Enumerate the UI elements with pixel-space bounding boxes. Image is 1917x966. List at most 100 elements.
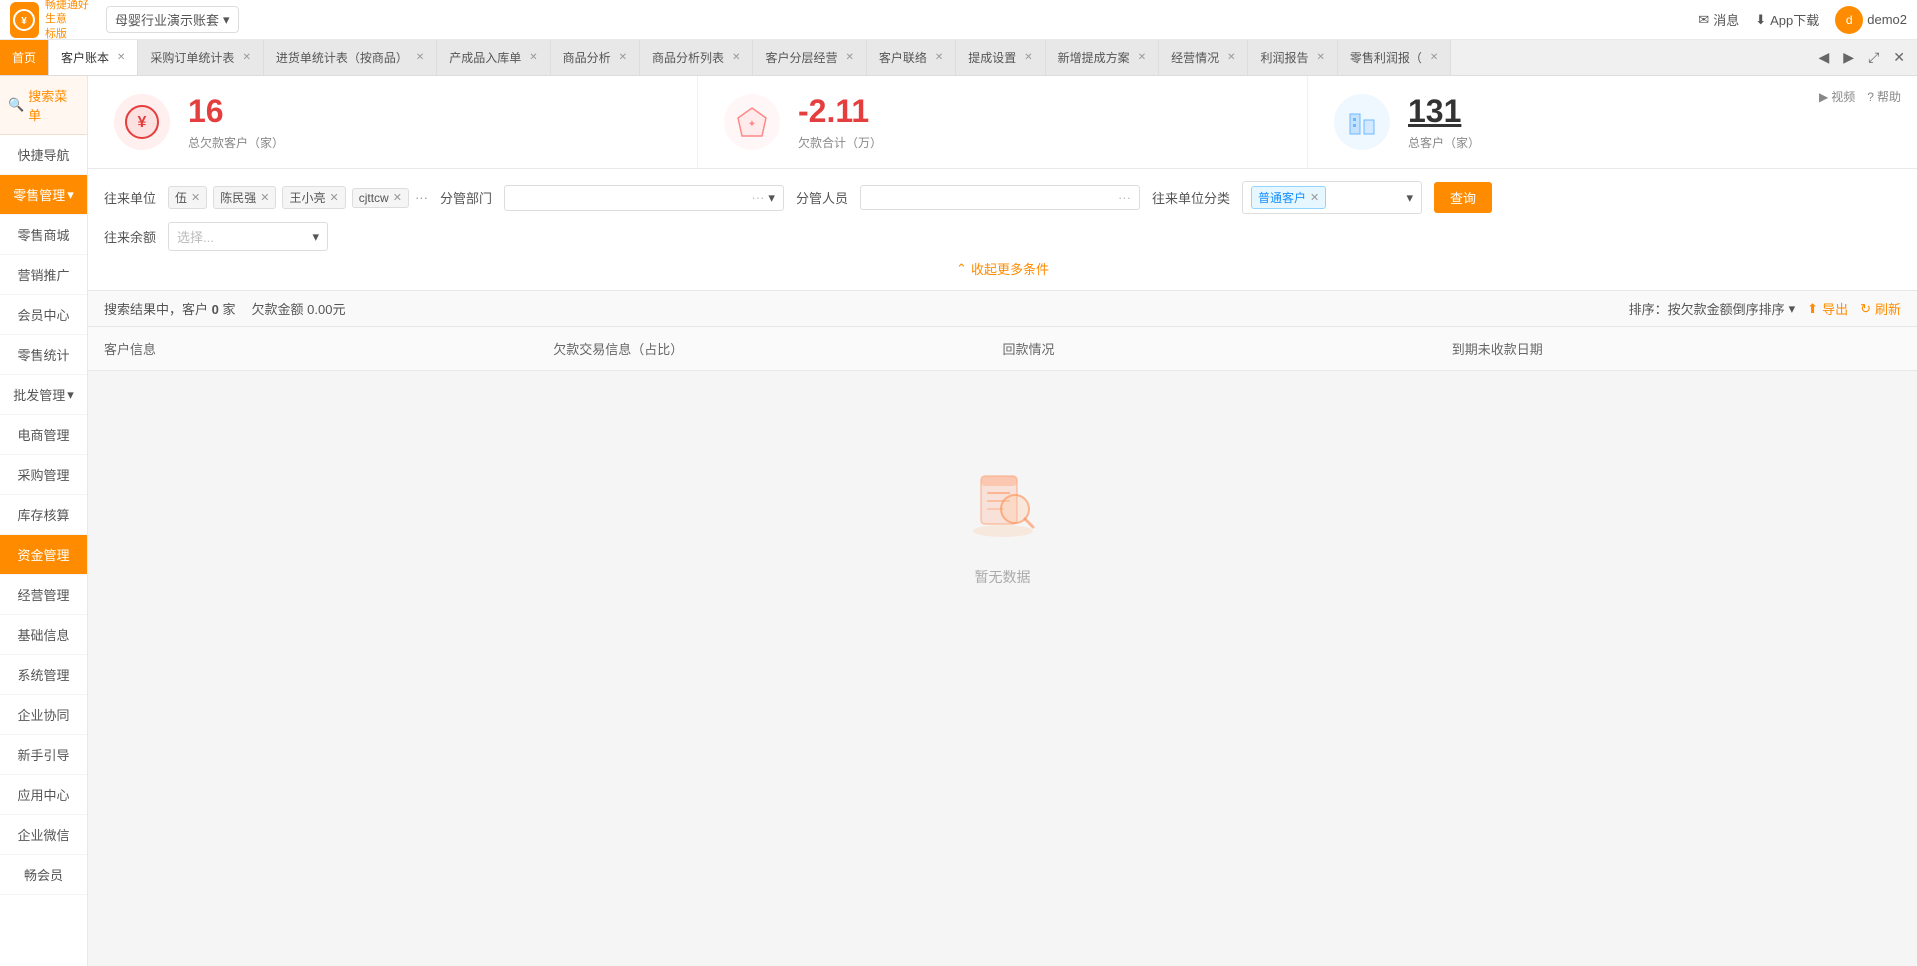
category-tag-close[interactable]: ✕	[1310, 191, 1319, 204]
tab-product-analysis[interactable]: 商品分析 ✕	[551, 40, 640, 76]
workspace-selector[interactable]: 母婴行业演示账套 ▾	[106, 6, 239, 33]
tab-commission-settings[interactable]: 提成设置 ✕	[956, 40, 1045, 76]
messages-label: 消息	[1713, 10, 1739, 29]
tab-add-commission[interactable]: 新增提成方案 ✕	[1046, 40, 1159, 76]
filter-tag-wu-close[interactable]: ✕	[191, 191, 200, 204]
sidebar-item-operation[interactable]: 经营管理	[0, 575, 87, 615]
sidebar-item-basic[interactable]: 基础信息	[0, 615, 87, 655]
tab-label: 采购订单统计表	[150, 49, 234, 66]
empty-state: 暂无数据	[88, 371, 1917, 667]
sidebar-item-marketing[interactable]: 营销推广	[0, 255, 87, 295]
sidebar-item-retail[interactable]: 零售管理 ▾	[0, 175, 87, 215]
sidebar-item-retail-shop[interactable]: 零售商城	[0, 215, 87, 255]
filter-tag-chen-close[interactable]: ✕	[260, 191, 269, 204]
sidebar-item-ecommerce[interactable]: 电商管理	[0, 415, 87, 455]
tab-close-icon[interactable]: ✕	[1227, 52, 1235, 63]
tab-close-icon[interactable]: ✕	[242, 52, 250, 63]
user-profile[interactable]: d demo2	[1835, 6, 1907, 34]
sidebar-item-purchase[interactable]: 采购管理	[0, 455, 87, 495]
dept-filter-select[interactable]: ··· ▾	[504, 185, 784, 211]
query-button[interactable]: 查询	[1434, 182, 1492, 213]
category-filter-select[interactable]: 普通客户 ✕ ▾	[1242, 181, 1422, 214]
sidebar-item-wholesale[interactable]: 批发管理 ▾	[0, 375, 87, 415]
stat-icon-debtors: ¥	[112, 92, 172, 152]
tab-label: 利润报告	[1260, 49, 1308, 66]
remainder-filter-label: 往来余额	[104, 227, 156, 246]
sidebar-item-member[interactable]: 会员中心	[0, 295, 87, 335]
tab-close-icon[interactable]: ✕	[1138, 52, 1146, 63]
sidebar-retail-label: 零售管理	[13, 185, 65, 204]
tab-prev-icon[interactable]: ◀	[1815, 47, 1834, 68]
tab-close-icon[interactable]: ✕	[845, 52, 853, 63]
sidebar-item-collab[interactable]: 企业协同	[0, 695, 87, 735]
help-icon: ?	[1867, 90, 1874, 104]
collapse-button[interactable]: ⌃ 收起更多条件	[104, 259, 1901, 278]
tab-customer-ledger[interactable]: 客户账本 ✕	[49, 40, 138, 76]
tab-purchase-order[interactable]: 采购订单统计表 ✕	[138, 40, 263, 76]
results-bar: 搜索结果中，客户 0 家 欠款金额 0.00元 排序：按欠款金额倒序排序 ▾ ⬆…	[88, 291, 1917, 327]
sidebar-item-inventory[interactable]: 库存核算	[0, 495, 87, 535]
sidebar-item-member2[interactable]: 畅会员	[0, 855, 87, 895]
stats-row: ¥ 16 总欠款客户（家） ✦	[88, 76, 1917, 169]
tab-next-icon[interactable]: ▶	[1839, 47, 1858, 68]
export-label: 导出	[1822, 299, 1848, 318]
tab-close-icon[interactable]: ✕	[117, 52, 125, 63]
top-bar-left: ¥ 畅捷通好生意 标版 母婴行业演示账套 ▾	[10, 0, 239, 41]
sidebar-item-wechat[interactable]: 企业微信	[0, 815, 87, 855]
sidebar-item-quick-nav[interactable]: 快捷导航	[0, 135, 87, 175]
sidebar-search-button[interactable]: 🔍 搜索菜单	[8, 86, 79, 124]
chevron-icon: ▾	[67, 187, 74, 203]
filter-row-2: 往来余额 选择... ▾	[104, 222, 1901, 251]
empty-icon	[953, 451, 1053, 551]
filter-tag-wang-close[interactable]: ✕	[330, 191, 339, 204]
tab-label: 商品分析列表	[652, 49, 724, 66]
sidebar-item-finance[interactable]: 资金管理	[0, 535, 87, 575]
person-filter-select[interactable]: ···	[860, 185, 1140, 210]
tab-close-all-icon[interactable]: ✕	[1889, 47, 1909, 68]
tab-close-icon[interactable]: ✕	[732, 52, 740, 63]
tab-profit-report[interactable]: 利润报告 ✕	[1248, 40, 1337, 76]
filter-more-button[interactable]: ···	[415, 190, 428, 205]
sidebar-item-newbie[interactable]: 新手引导	[0, 735, 87, 775]
tab-product-analysis-list[interactable]: 商品分析列表 ✕	[640, 40, 753, 76]
building-blue-icon	[1334, 94, 1390, 150]
tab-business-status[interactable]: 经营情况 ✕	[1159, 40, 1248, 76]
main-layout: 🔍 搜索菜单 快捷导航 零售管理 ▾ 零售商城 营销推广 会员中心 零售统计	[0, 76, 1917, 966]
video-helper-button[interactable]: ▶ 视频	[1819, 88, 1855, 105]
tab-produce-inbound[interactable]: 产成品入库单 ✕	[437, 40, 550, 76]
filter-tag-cjttcw-close[interactable]: ✕	[393, 191, 402, 204]
tab-close-icon[interactable]: ✕	[1317, 52, 1325, 63]
sort-button[interactable]: 排序：按欠款金额倒序排序 ▾	[1629, 299, 1796, 318]
tab-retail-profit[interactable]: 零售利润报（ ✕	[1338, 40, 1451, 76]
tab-close-icon[interactable]: ✕	[619, 52, 627, 63]
tab-close-icon[interactable]: ✕	[416, 52, 424, 63]
sidebar-item-system[interactable]: 系统管理	[0, 655, 87, 695]
remainder-filter-select[interactable]: 选择... ▾	[168, 222, 328, 251]
tab-close-icon[interactable]: ✕	[1024, 52, 1032, 63]
tab-label: 进货单统计表（按商品）	[276, 49, 408, 66]
category-chevron-icon: ▾	[1406, 190, 1413, 206]
export-button[interactable]: ⬆ 导出	[1807, 299, 1848, 318]
tab-home[interactable]: 首页	[0, 40, 49, 76]
sidebar-item-retail-stat[interactable]: 零售统计	[0, 335, 87, 375]
sidebar-wholesale-label: 批发管理	[13, 385, 65, 404]
tab-close-icon[interactable]: ✕	[529, 52, 537, 63]
tab-customer-layer[interactable]: 客户分层经营 ✕	[753, 40, 866, 76]
sidebar-member2-label: 畅会员	[24, 868, 63, 883]
tab-close-icon[interactable]: ✕	[935, 52, 943, 63]
messages-button[interactable]: ✉ 消息	[1698, 10, 1739, 29]
sort-chevron-icon: ▾	[1789, 301, 1796, 317]
tab-customer-contact[interactable]: 客户联络 ✕	[867, 40, 956, 76]
refresh-button[interactable]: ↻ 刷新	[1860, 299, 1901, 318]
help-helper-button[interactable]: ? 帮助	[1867, 88, 1901, 105]
sidebar-search[interactable]: 🔍 搜索菜单	[0, 76, 87, 135]
app-download-button[interactable]: ⬇ App下载	[1755, 10, 1819, 29]
category-filter-label: 往来单位分类	[1152, 188, 1230, 207]
tab-maximize-icon[interactable]: ⤢	[1864, 47, 1883, 68]
filter-tag-chen: 陈民强 ✕	[213, 186, 276, 209]
sidebar-search-label: 搜索菜单	[28, 86, 79, 124]
diamond-pink-icon: ✦	[724, 94, 780, 150]
tab-close-icon[interactable]: ✕	[1430, 52, 1438, 63]
sidebar-item-app-center[interactable]: 应用中心	[0, 775, 87, 815]
tab-purchase-stat[interactable]: 进货单统计表（按商品） ✕	[264, 40, 437, 76]
